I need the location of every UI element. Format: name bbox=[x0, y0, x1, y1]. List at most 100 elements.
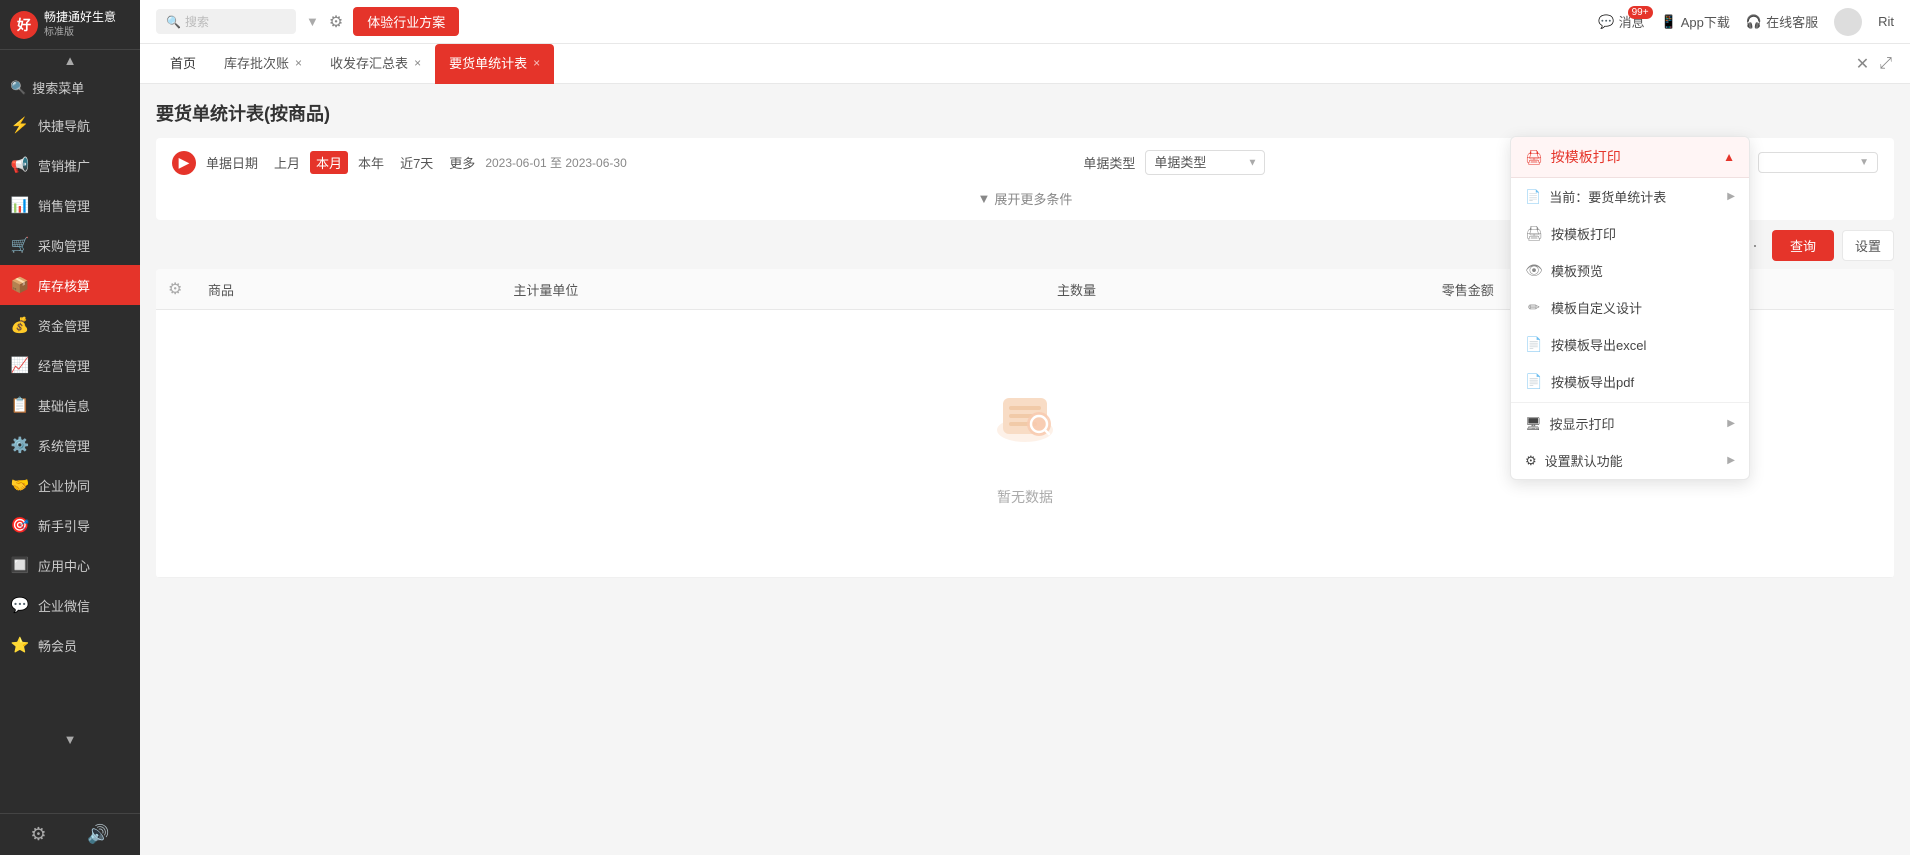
dropdown-print-icon: 🖨 bbox=[1525, 149, 1543, 166]
expand-icon: ▼ bbox=[978, 191, 991, 206]
query-button[interactable]: 查询 bbox=[1772, 230, 1834, 261]
online-service-btn[interactable]: 🎧 在线客服 bbox=[1746, 12, 1818, 31]
sidebar-item-member[interactable]: ⭐ 畅会员 bbox=[0, 625, 140, 665]
col-product: 商品 bbox=[196, 269, 501, 310]
sidebar-item-finance[interactable]: 💰 资金管理 bbox=[0, 305, 140, 345]
tabs-right-actions: ✕ ⤢ bbox=[1854, 52, 1894, 76]
topbar-search-box[interactable]: 🔍 搜索 bbox=[156, 9, 296, 34]
user-avatar[interactable] bbox=[1834, 8, 1862, 36]
date-btn-last-month[interactable]: 上月 bbox=[268, 151, 306, 174]
sidebar-item-marketing[interactable]: 📢 营销推广 bbox=[0, 145, 140, 185]
tab-home[interactable]: 首页 bbox=[156, 44, 210, 84]
sidebar-logo: 好 畅捷通好生意 标准版 bbox=[0, 0, 140, 50]
app-logo-text: 畅捷通好生意 标准版 bbox=[44, 10, 116, 39]
topbar-gear-icon[interactable]: ⚙ bbox=[329, 12, 343, 32]
trial-button[interactable]: 体验行业方案 bbox=[353, 7, 459, 36]
message-icon: 💬 bbox=[1598, 14, 1614, 30]
empty-text: 暂无数据 bbox=[997, 487, 1053, 507]
template-excel-icon: 📄 bbox=[1525, 336, 1543, 354]
date-btn-this-month[interactable]: 本月 bbox=[310, 151, 348, 174]
page-content: 要货单统计表(按商品) ▶ 单据日期 上月 本月 本年 近7天 更多 2023-… bbox=[140, 84, 1910, 855]
sidebar-item-newbie[interactable]: 🎯 新手引导 bbox=[0, 505, 140, 545]
template-pdf-icon: 📄 bbox=[1525, 373, 1543, 391]
operation-icon: 📈 bbox=[10, 355, 30, 375]
col-quantity: 主数量 bbox=[1045, 269, 1430, 310]
current-template-arrow: ▶ bbox=[1727, 191, 1735, 202]
sidebar-item-basic[interactable]: 📋 基础信息 bbox=[0, 385, 140, 425]
sidebar-item-operation[interactable]: 📈 经营管理 bbox=[0, 345, 140, 385]
page-title: 要货单统计表(按商品) bbox=[156, 100, 1894, 126]
sidebar-item-appstore[interactable]: 🔲 应用中心 bbox=[0, 545, 140, 585]
table-column-settings-icon[interactable]: ⚙ bbox=[168, 281, 182, 298]
app-logo-icon: 好 bbox=[10, 11, 38, 39]
dropdown-item-template-pdf[interactable]: 📄 按模板导出pdf bbox=[1511, 363, 1749, 400]
member-icon: ⭐ bbox=[10, 635, 30, 655]
app-download-btn[interactable]: 📱 App下载 bbox=[1661, 12, 1730, 31]
default-func-arrow: ▶ bbox=[1727, 455, 1735, 466]
settings-bottom-icon[interactable]: ⚙ bbox=[30, 824, 46, 845]
sound-bottom-icon[interactable]: 🔊 bbox=[87, 824, 109, 845]
sidebar-bottom: ⚙ 🔊 bbox=[0, 813, 140, 855]
system-icon: ⚙️ bbox=[10, 435, 30, 455]
sidebar-scroll-up[interactable]: ▲ bbox=[0, 50, 140, 71]
sidebar-item-inventory[interactable]: 📦 库存核算 bbox=[0, 265, 140, 305]
template-custom-icon: ✏ bbox=[1525, 299, 1543, 317]
app-download-icon: 📱 bbox=[1661, 14, 1677, 30]
topbar-dropdown-icon[interactable]: ▼ bbox=[306, 14, 319, 29]
topbar-right-area: 💬 消息 99+ 📱 App下载 🎧 在线客服 Rit bbox=[1598, 8, 1894, 36]
inventory-icon: 📦 bbox=[10, 275, 30, 295]
dropdown-header[interactable]: 🖨 按模板打印 ▲ bbox=[1511, 137, 1749, 178]
tab-order-stats[interactable]: 要货单统计表 × bbox=[435, 44, 554, 84]
tab-close-order-stats[interactable]: × bbox=[533, 56, 540, 70]
messages-btn[interactable]: 💬 消息 99+ bbox=[1598, 12, 1644, 31]
main-area: 🔍 搜索 ▼ ⚙ 体验行业方案 💬 消息 99+ 📱 App下载 🎧 在线客服 … bbox=[140, 0, 1910, 855]
sidebar-scroll-down[interactable]: ▼ bbox=[0, 729, 140, 750]
settings-button[interactable]: 设置 bbox=[1842, 230, 1894, 261]
sidebar-item-sales[interactable]: 📊 销售管理 bbox=[0, 185, 140, 225]
sidebar-search-item[interactable]: 🔍 搜索菜单 bbox=[0, 70, 140, 105]
topbar-search-icon: 🔍 bbox=[166, 15, 181, 29]
sidebar-item-system[interactable]: ⚙️ 系统管理 bbox=[0, 425, 140, 465]
service-icon: 🎧 bbox=[1746, 14, 1762, 30]
date-btn-7days[interactable]: 近7天 bbox=[394, 151, 439, 174]
tab-collection-summary[interactable]: 收发存汇总表 × bbox=[316, 44, 435, 84]
tab-close-collection-summary[interactable]: × bbox=[414, 56, 421, 70]
sidebar-item-purchase[interactable]: 🛒 采购管理 bbox=[0, 225, 140, 265]
current-template-icon: 📄 bbox=[1525, 189, 1541, 205]
template-print-icon: 🖨 bbox=[1525, 225, 1543, 243]
dropdown-item-template-print[interactable]: 🖨 按模板打印 bbox=[1511, 215, 1749, 252]
tabs-bar: 首页 库存批次账 × 收发存汇总表 × 要货单统计表 × ✕ ⤢ bbox=[140, 44, 1910, 84]
date-btn-more[interactable]: 更多 bbox=[443, 151, 481, 174]
user-name: Rit bbox=[1878, 14, 1894, 29]
marketing-icon: 📢 bbox=[10, 155, 30, 175]
sidebar-item-quicknav[interactable]: ⚡ 快捷导航 bbox=[0, 105, 140, 145]
col-unit: 主计量单位 bbox=[501, 269, 1045, 310]
sidebar-item-collab[interactable]: 🤝 企业协同 bbox=[0, 465, 140, 505]
wecom-icon: 💬 bbox=[10, 595, 30, 615]
appstore-icon: 🔲 bbox=[10, 555, 30, 575]
dropdown-item-template-custom[interactable]: ✏ 模板自定义设计 bbox=[1511, 289, 1749, 326]
tab-close-window[interactable]: ✕ bbox=[1854, 52, 1871, 76]
tab-maximize-window[interactable]: ⤢ bbox=[1877, 53, 1894, 75]
dropdown-default-func[interactable]: ⚙ 设置默认功能 ▶ bbox=[1511, 442, 1749, 479]
newbie-icon: 🎯 bbox=[10, 515, 30, 535]
print-dropdown-menu: 🖨 按模板打印 ▲ 📄 当前：要货单统计表 ▶ 🖨 按模板打印 👁 模板预览 bbox=[1510, 136, 1750, 480]
tab-batch-account[interactable]: 库存批次账 × bbox=[210, 44, 316, 84]
dropdown-item-template-excel[interactable]: 📄 按模板导出excel bbox=[1511, 326, 1749, 363]
dropdown-item-template-preview[interactable]: 👁 模板预览 bbox=[1511, 252, 1749, 289]
dropdown-current-template[interactable]: 📄 当前：要货单统计表 ▶ bbox=[1511, 178, 1749, 215]
basic-icon: 📋 bbox=[10, 395, 30, 415]
filter-type-select[interactable]: 单据类型 bbox=[1145, 150, 1265, 175]
expand-more-button[interactable]: ▼ 展开更多条件 bbox=[978, 189, 1073, 208]
default-func-icon: ⚙ bbox=[1525, 453, 1537, 469]
tab-close-batch-account[interactable]: × bbox=[295, 56, 302, 70]
date-btn-this-year[interactable]: 本年 bbox=[352, 151, 390, 174]
filter-yh-input[interactable]: ▼ bbox=[1758, 152, 1878, 173]
display-print-icon: 🖥 bbox=[1525, 416, 1542, 432]
filter-expand-button[interactable]: ▶ bbox=[172, 151, 196, 175]
purchase-icon: 🛒 bbox=[10, 235, 30, 255]
dropdown-collapse-icon: ▲ bbox=[1723, 150, 1735, 164]
sales-icon: 📊 bbox=[10, 195, 30, 215]
sidebar-item-wecom[interactable]: 💬 企业微信 bbox=[0, 585, 140, 625]
dropdown-display-print[interactable]: 🖥 按显示打印 ▶ bbox=[1511, 405, 1749, 442]
